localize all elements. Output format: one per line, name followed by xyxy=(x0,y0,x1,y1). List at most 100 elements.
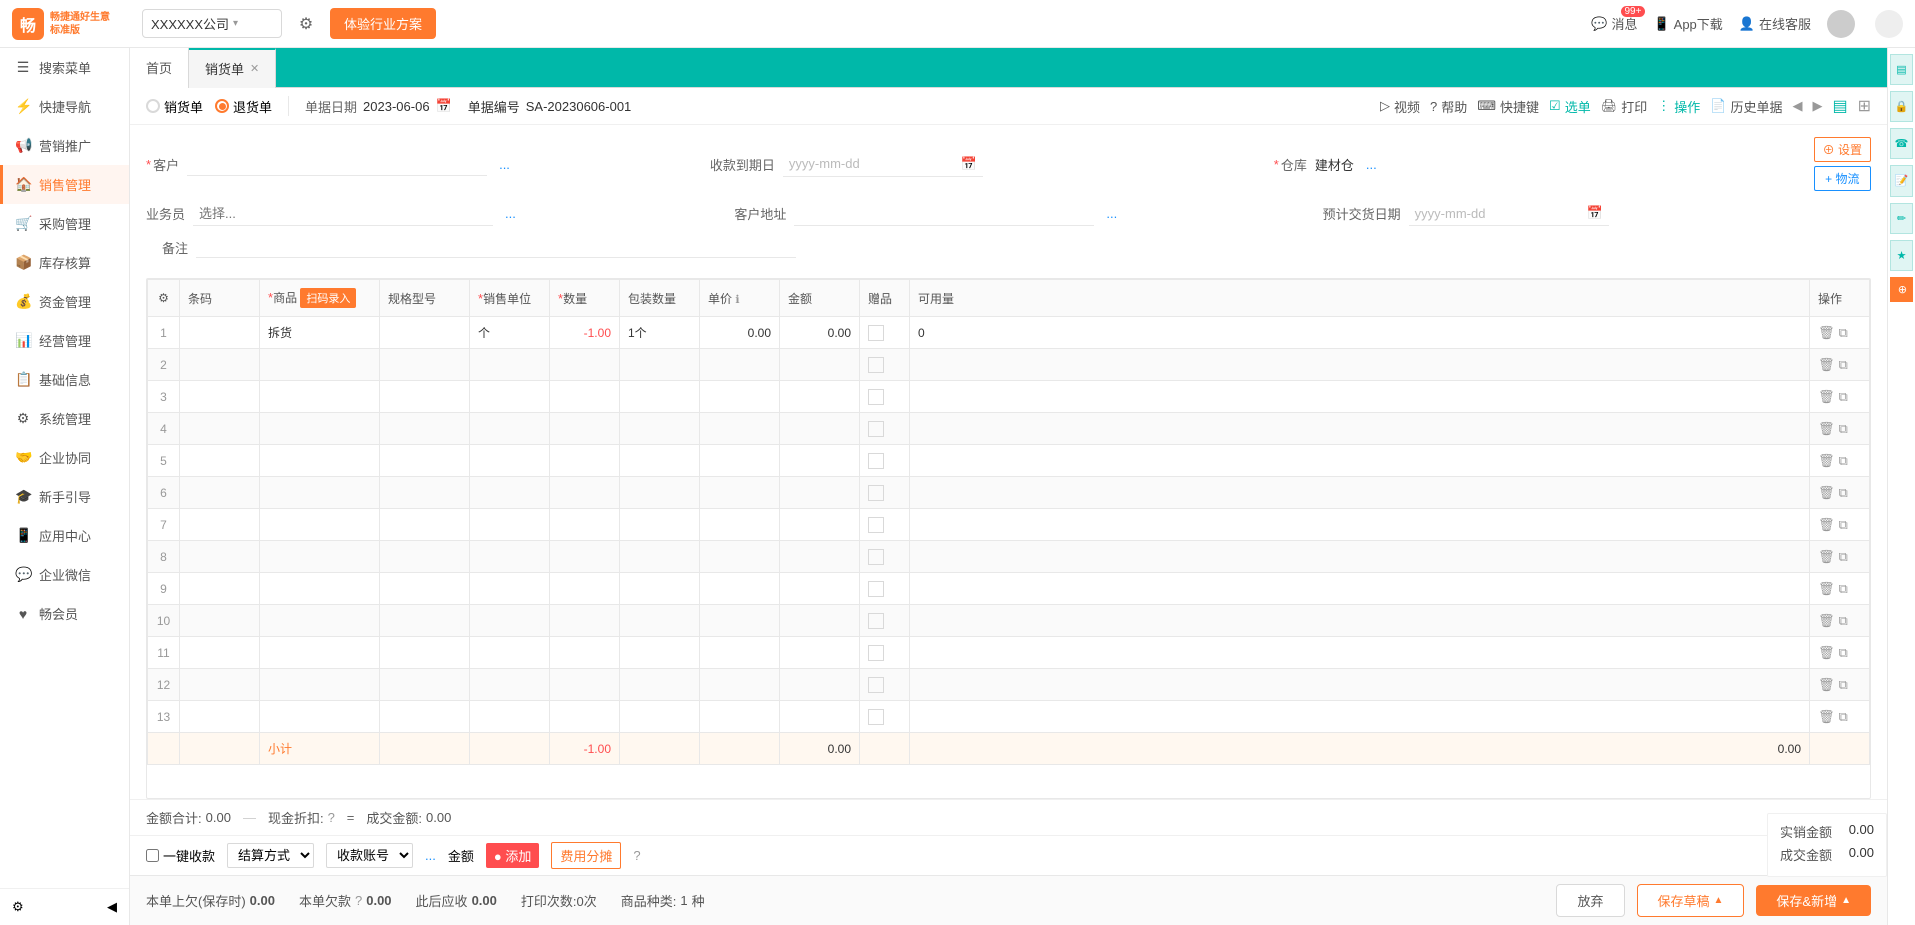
history-btn[interactable]: 📄 历史单据 xyxy=(1710,97,1782,116)
delete-row-icon[interactable]: 🗑 xyxy=(1818,517,1835,533)
payment-account-select[interactable]: 收款账号 xyxy=(326,843,413,868)
gift-checkbox[interactable] xyxy=(868,613,884,629)
sidebar-item-purchase[interactable]: 🛒 采购管理 xyxy=(0,204,129,243)
rq-btn-6[interactable]: ★ xyxy=(1890,240,1913,271)
form-settings-button[interactable]: ⊕ 设置 xyxy=(1814,137,1871,162)
sidebar-item-appcenter[interactable]: 📱 应用中心 xyxy=(0,516,129,555)
sidebar-item-search[interactable]: ☰ 搜索菜单 xyxy=(0,48,129,87)
gift-checkbox[interactable] xyxy=(868,709,884,725)
td-amount[interactable]: 0.00 xyxy=(780,317,860,349)
gift-checkbox[interactable] xyxy=(868,677,884,693)
scan-button[interactable]: 扫码录入 xyxy=(300,288,356,308)
sidebar-item-inventory[interactable]: 📦 库存核算 xyxy=(0,243,129,282)
user-avatar-2[interactable] xyxy=(1875,10,1903,38)
copy-row-icon[interactable]: ⧉ xyxy=(1839,517,1848,533)
due-date-calendar-icon[interactable]: 📅 xyxy=(961,156,977,172)
delete-row-icon[interactable]: 🗑 xyxy=(1818,613,1835,629)
copy-row-icon[interactable]: ⧉ xyxy=(1839,421,1848,437)
delete-row-icon[interactable]: 🗑 xyxy=(1818,357,1835,373)
th-settings[interactable]: ⚙ xyxy=(148,280,180,317)
sidebar-item-wechat[interactable]: 💬 企业微信 xyxy=(0,555,129,594)
gift-checkbox[interactable] xyxy=(868,517,884,533)
rq-btn-1[interactable]: ▤ xyxy=(1890,54,1913,85)
rq-btn-7[interactable]: ⊕ xyxy=(1890,277,1913,302)
delete-row-icon[interactable]: 🗑 xyxy=(1818,421,1835,437)
tab-home[interactable]: 首页 xyxy=(130,48,189,88)
account-ellipsis[interactable]: ... xyxy=(425,848,436,863)
arrears-help-icon[interactable]: ? xyxy=(355,893,362,908)
gift-checkbox[interactable] xyxy=(868,485,884,501)
nav-prev-icon[interactable]: ◀ xyxy=(1792,98,1802,114)
unit-price-info-icon[interactable]: ℹ xyxy=(735,294,739,306)
sidebar-item-enterprise[interactable]: 🤝 企业协同 xyxy=(0,438,129,477)
gift-checkbox[interactable] xyxy=(868,389,884,405)
note-input[interactable] xyxy=(196,236,796,258)
one-click-payment-label[interactable]: 一键收款 xyxy=(146,846,215,865)
trial-button[interactable]: 体验行业方案 xyxy=(330,8,436,39)
td-product[interactable]: 拆货 xyxy=(260,317,380,349)
delete-row-icon[interactable]: 🗑 xyxy=(1818,709,1835,725)
rq-btn-3[interactable]: ☎ xyxy=(1890,128,1913,159)
customer-addr-ellipsis[interactable]: ... xyxy=(1106,206,1117,221)
delete-row-icon[interactable]: 🗑 xyxy=(1818,325,1835,341)
app-download-button[interactable]: 📱 App下载 xyxy=(1653,14,1722,33)
fee-split-button[interactable]: 费用分摊 xyxy=(551,842,621,869)
copy-row-icon[interactable]: ⧉ xyxy=(1839,485,1848,501)
rq-btn-2[interactable]: 🔒 xyxy=(1890,91,1913,122)
one-click-payment-checkbox[interactable] xyxy=(146,849,159,862)
delete-row-icon[interactable]: 🗑 xyxy=(1818,549,1835,565)
cash-discount-help-icon[interactable]: ? xyxy=(328,810,335,825)
form-logistics-button[interactable]: + 物流 xyxy=(1814,166,1871,191)
sidebar-item-operations[interactable]: 📊 经营管理 xyxy=(0,321,129,360)
date-value[interactable]: 2023-06-06 xyxy=(363,99,430,114)
td-unit-price[interactable]: 0.00 xyxy=(700,317,780,349)
gift-checkbox[interactable] xyxy=(868,645,884,661)
fee-help-icon[interactable]: ? xyxy=(633,848,640,863)
settings-gear-icon[interactable]: ⚙ xyxy=(290,8,322,40)
rq-btn-5[interactable]: ✏ xyxy=(1890,203,1913,234)
delete-row-icon[interactable]: 🗑 xyxy=(1818,389,1835,405)
sidebar-item-vip[interactable]: ♥ 畅会员 xyxy=(0,594,129,633)
gift-checkbox[interactable] xyxy=(868,421,884,437)
gift-checkbox[interactable] xyxy=(868,357,884,373)
td-pack-qty[interactable]: 1个 xyxy=(620,317,700,349)
payment-method-select[interactable]: 结算方式 xyxy=(227,843,314,868)
copy-row-icon[interactable]: ⧉ xyxy=(1839,325,1848,341)
sidebar-item-marketing[interactable]: 📢 营销推广 xyxy=(0,126,129,165)
expected-date-calendar-icon[interactable]: 📅 xyxy=(1586,205,1602,221)
abandon-button[interactable]: 放弃 xyxy=(1556,884,1624,917)
actions-btn[interactable]: ⋮ 操作 xyxy=(1657,97,1700,116)
view-list-icon[interactable]: ▤ xyxy=(1832,96,1847,116)
company-selector[interactable]: XXXXXX公司 ▾ xyxy=(142,9,282,38)
copy-row-icon[interactable]: ⧉ xyxy=(1839,357,1848,373)
td-gift[interactable] xyxy=(860,317,910,349)
sidebar-item-guide[interactable]: 🎓 新手引导 xyxy=(0,477,129,516)
radio-return[interactable]: 退货单 xyxy=(215,97,272,116)
copy-row-icon[interactable]: ⧉ xyxy=(1839,389,1848,405)
calendar-icon[interactable]: 📅 xyxy=(436,98,452,114)
radio-sales[interactable]: 销货单 xyxy=(146,97,203,116)
select-bill-btn[interactable]: ☑ 选单 xyxy=(1549,97,1591,116)
copy-row-icon[interactable]: ⧉ xyxy=(1839,645,1848,661)
sidebar-collapse-icon[interactable]: ◀ xyxy=(107,899,117,915)
tab-close-icon[interactable]: ✕ xyxy=(250,62,259,75)
td-qty[interactable]: -1.00 xyxy=(550,317,620,349)
print-btn[interactable]: 🖨 打印 xyxy=(1601,97,1648,116)
gift-checkbox[interactable] xyxy=(868,549,884,565)
salesperson-input[interactable] xyxy=(193,202,493,226)
copy-row-icon[interactable]: ⧉ xyxy=(1839,453,1848,469)
gift-checkbox[interactable] xyxy=(868,325,884,341)
delete-row-icon[interactable]: 🗑 xyxy=(1818,485,1835,501)
sidebar-item-system[interactable]: ⚙ 系统管理 xyxy=(0,399,129,438)
rq-btn-4[interactable]: 📝 xyxy=(1890,165,1913,196)
delete-row-icon[interactable]: 🗑 xyxy=(1818,581,1835,597)
warehouse-value[interactable]: 建材仓 xyxy=(1315,155,1354,174)
delete-row-icon[interactable]: 🗑 xyxy=(1818,453,1835,469)
copy-row-icon[interactable]: ⧉ xyxy=(1839,677,1848,693)
gift-checkbox[interactable] xyxy=(868,453,884,469)
shortcuts-btn[interactable]: ⌨ 快捷键 xyxy=(1477,97,1539,116)
gift-checkbox[interactable] xyxy=(868,581,884,597)
customer-addr-input[interactable] xyxy=(794,202,1094,226)
due-date-input[interactable]: yyyy-mm-dd 📅 xyxy=(783,152,983,177)
copy-row-icon[interactable]: ⧉ xyxy=(1839,709,1848,725)
